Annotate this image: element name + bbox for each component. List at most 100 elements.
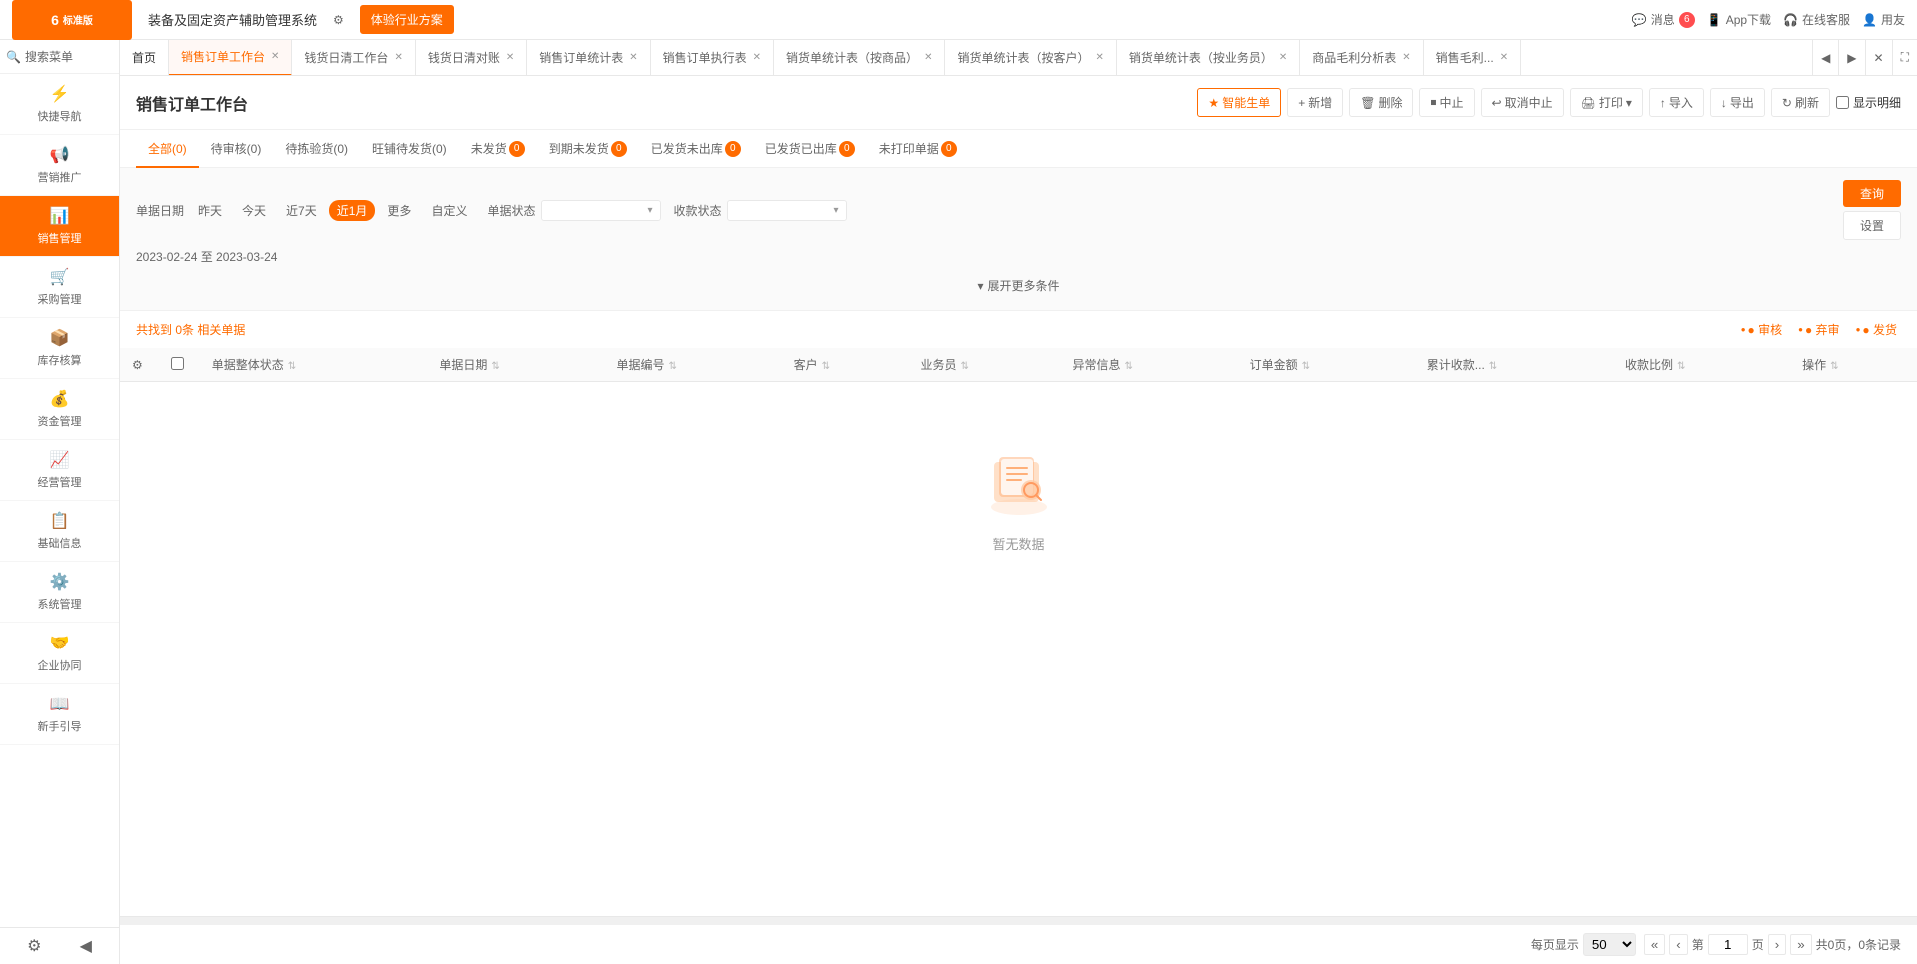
tab-next-btn[interactable]: ▶ xyxy=(1838,40,1864,76)
col-date[interactable]: 单据日期 xyxy=(427,348,604,382)
show-detail-toggle[interactable]: 显示明细 xyxy=(1836,94,1901,111)
select-all-checkbox[interactable] xyxy=(171,357,184,370)
settings-bottom-icon[interactable]: ⚙ xyxy=(27,936,41,956)
next-page-btn[interactable]: › xyxy=(1768,934,1786,955)
date-opt-custom[interactable]: 自定义 xyxy=(423,200,475,221)
date-opt-more[interactable]: 更多 xyxy=(379,200,419,221)
tab-close-cash-daily[interactable]: ✕ xyxy=(394,52,402,63)
online-service-btn[interactable]: 🎧 在线客服 xyxy=(1783,11,1850,28)
message-btn[interactable]: 💬 消息 6 xyxy=(1632,11,1695,28)
sidebar-item-guide[interactable]: 📖 新手引导 xyxy=(0,684,119,745)
tab-close-sales-customer[interactable]: ✕ xyxy=(1095,52,1103,63)
user-btn[interactable]: 👤 用友 xyxy=(1862,11,1905,28)
col-customer[interactable]: 客户 xyxy=(782,348,909,382)
refresh-btn[interactable]: ↻ 刷新 xyxy=(1771,88,1830,117)
sidebar-search[interactable]: 🔍 搜索菜单 xyxy=(0,40,119,74)
sidebar-item-inventory[interactable]: 📦 库存核算 xyxy=(0,318,119,379)
tab-cash-daily[interactable]: 钱货日清工作台 ✕ xyxy=(292,40,415,76)
query-btn[interactable]: 查询 xyxy=(1843,180,1901,207)
tab-gross-analysis[interactable]: 商品毛利分析表 ✕ xyxy=(1300,40,1423,76)
tab-close-all-btn[interactable]: ✕ xyxy=(1865,40,1892,76)
tab-sales-staff[interactable]: 销货单统计表（按业务员） ✕ xyxy=(1117,40,1300,76)
filter-setting-btn[interactable]: 设置 xyxy=(1843,211,1901,240)
prev-page-btn[interactable]: ‹ xyxy=(1669,934,1687,955)
app-download-btn[interactable]: 📱 App下载 xyxy=(1707,11,1771,28)
import-btn[interactable]: ↑ 导入 xyxy=(1649,88,1704,117)
subtab-unshipped[interactable]: 未发货 0 xyxy=(459,130,537,168)
tab-sales-stats[interactable]: 销售订单统计表 ✕ xyxy=(527,40,650,76)
subtab-shipped-out[interactable]: 已发货已出库 0 xyxy=(753,130,867,168)
sidebar-item-marketing[interactable]: 📢 营销推广 xyxy=(0,135,119,196)
settings-icon[interactable]: ⚙ xyxy=(333,13,344,27)
tab-close-gross-analysis[interactable]: ✕ xyxy=(1402,52,1410,63)
tab-close-sales-staff[interactable]: ✕ xyxy=(1279,52,1287,63)
current-page-input[interactable] xyxy=(1708,934,1748,955)
col-received[interactable]: 累计收款... xyxy=(1415,348,1613,382)
expand-filter-btn[interactable]: ▾ 展开更多条件 xyxy=(969,273,1067,298)
tab-fullscreen-btn[interactable]: ⛶ xyxy=(1892,40,1917,76)
subtab-overdue[interactable]: 到期未发货 0 xyxy=(537,130,639,168)
col-order-status[interactable]: 单据整体状态 xyxy=(200,348,428,382)
smart-btn[interactable]: ★ 智能生单 xyxy=(1197,88,1281,117)
date-opt-7days[interactable]: 近7天 xyxy=(278,200,325,221)
scrollbar-area[interactable] xyxy=(120,916,1917,924)
system-name: 装备及固定资产辅助管理系统 xyxy=(148,10,317,29)
tab-sales-goods[interactable]: 销货单统计表（按商品） ✕ xyxy=(774,40,945,76)
first-page-btn[interactable]: « xyxy=(1644,934,1665,955)
sidebar-item-basic-info[interactable]: 📋 基础信息 xyxy=(0,501,119,562)
sidebar-item-purchase[interactable]: 🛒 采购管理 xyxy=(0,257,119,318)
subtab-shipped-not-out[interactable]: 已发货未出库 0 xyxy=(639,130,753,168)
date-opt-yesterday[interactable]: 昨天 xyxy=(190,200,230,221)
subtab-pending-review[interactable]: 待审核(0) xyxy=(199,130,274,168)
tab-sales-customer[interactable]: 销货单统计表（按客户） ✕ xyxy=(945,40,1116,76)
export-btn[interactable]: ↓ 导出 xyxy=(1710,88,1765,117)
subtab-unprinted[interactable]: 未打印单据 0 xyxy=(867,130,969,168)
subtab-wangpu[interactable]: 旺铺待发货(0) xyxy=(360,130,459,168)
sidebar-item-quick-nav[interactable]: ⚡ 快捷导航 xyxy=(0,74,119,135)
col-settings[interactable]: ⚙ xyxy=(120,348,159,382)
cancel-stop-btn[interactable]: ↩ 取消中止 xyxy=(1481,88,1564,117)
status-select[interactable]: ▾ xyxy=(541,200,661,221)
search-icon: 🔍 xyxy=(6,50,21,64)
tab-prev-btn[interactable]: ◀ xyxy=(1812,40,1838,76)
tab-cash-reconcile[interactable]: 钱货日清对账 ✕ xyxy=(416,40,527,76)
page-size-select[interactable]: 50 100 200 xyxy=(1583,933,1636,956)
payment-select[interactable]: ▾ xyxy=(727,200,847,221)
tab-close-sales-order[interactable]: ✕ xyxy=(271,51,279,62)
abandon-review-btn[interactable]: ● 弃审 xyxy=(1794,319,1843,340)
col-number[interactable]: 单据编号 xyxy=(604,348,781,382)
sidebar-item-system[interactable]: ⚙️ 系统管理 xyxy=(0,562,119,623)
print-btn[interactable]: 🖨 打印 ▾ xyxy=(1570,88,1643,117)
tab-sales-order-workbench[interactable]: 销售订单工作台 ✕ xyxy=(169,40,292,76)
sidebar-item-finance[interactable]: 💰 资金管理 xyxy=(0,379,119,440)
tab-sales-exec[interactable]: 销售订单执行表 ✕ xyxy=(651,40,774,76)
ship-btn[interactable]: ● 发货 xyxy=(1852,319,1901,340)
tab-sales-gross[interactable]: 销售毛利... ✕ xyxy=(1424,40,1521,76)
col-checkbox[interactable] xyxy=(159,348,200,382)
tab-close-sales-goods[interactable]: ✕ xyxy=(924,52,932,63)
industry-btn[interactable]: 体验行业方案 xyxy=(360,5,454,34)
tab-close-sales-gross[interactable]: ✕ xyxy=(1500,52,1508,63)
last-page-btn[interactable]: » xyxy=(1790,934,1811,955)
stop-btn[interactable]: ⏹ 中止 xyxy=(1419,88,1474,117)
col-staff[interactable]: 业务员 xyxy=(908,348,1060,382)
filter-right-btns: 查询 设置 xyxy=(1843,180,1901,240)
delete-btn[interactable]: 🗑 删除 xyxy=(1349,88,1413,117)
sidebar-item-enterprise[interactable]: 🤝 企业协同 xyxy=(0,623,119,684)
date-opt-1month[interactable]: 近1月 xyxy=(329,200,376,221)
tab-close-sales-stats[interactable]: ✕ xyxy=(629,52,637,63)
sidebar-item-sales[interactable]: 📊 销售管理 xyxy=(0,196,119,257)
new-btn[interactable]: + 新增 xyxy=(1287,88,1343,117)
sidebar-item-operations[interactable]: 📈 经营管理 xyxy=(0,440,119,501)
subtab-pending-pick[interactable]: 待拣验货(0) xyxy=(273,130,360,168)
subtab-all[interactable]: 全部(0) xyxy=(136,130,199,168)
tab-home-label: 首页 xyxy=(132,49,156,66)
tab-close-sales-exec[interactable]: ✕ xyxy=(753,52,761,63)
col-amount[interactable]: 订单金额 xyxy=(1238,348,1415,382)
show-detail-checkbox[interactable] xyxy=(1836,96,1849,109)
tab-home[interactable]: 首页 xyxy=(120,40,169,76)
review-btn[interactable]: ● 审核 xyxy=(1737,319,1786,340)
tab-close-cash-reconcile[interactable]: ✕ xyxy=(506,52,514,63)
date-opt-today[interactable]: 今天 xyxy=(234,200,274,221)
collapse-icon[interactable]: ◀ xyxy=(80,936,92,956)
